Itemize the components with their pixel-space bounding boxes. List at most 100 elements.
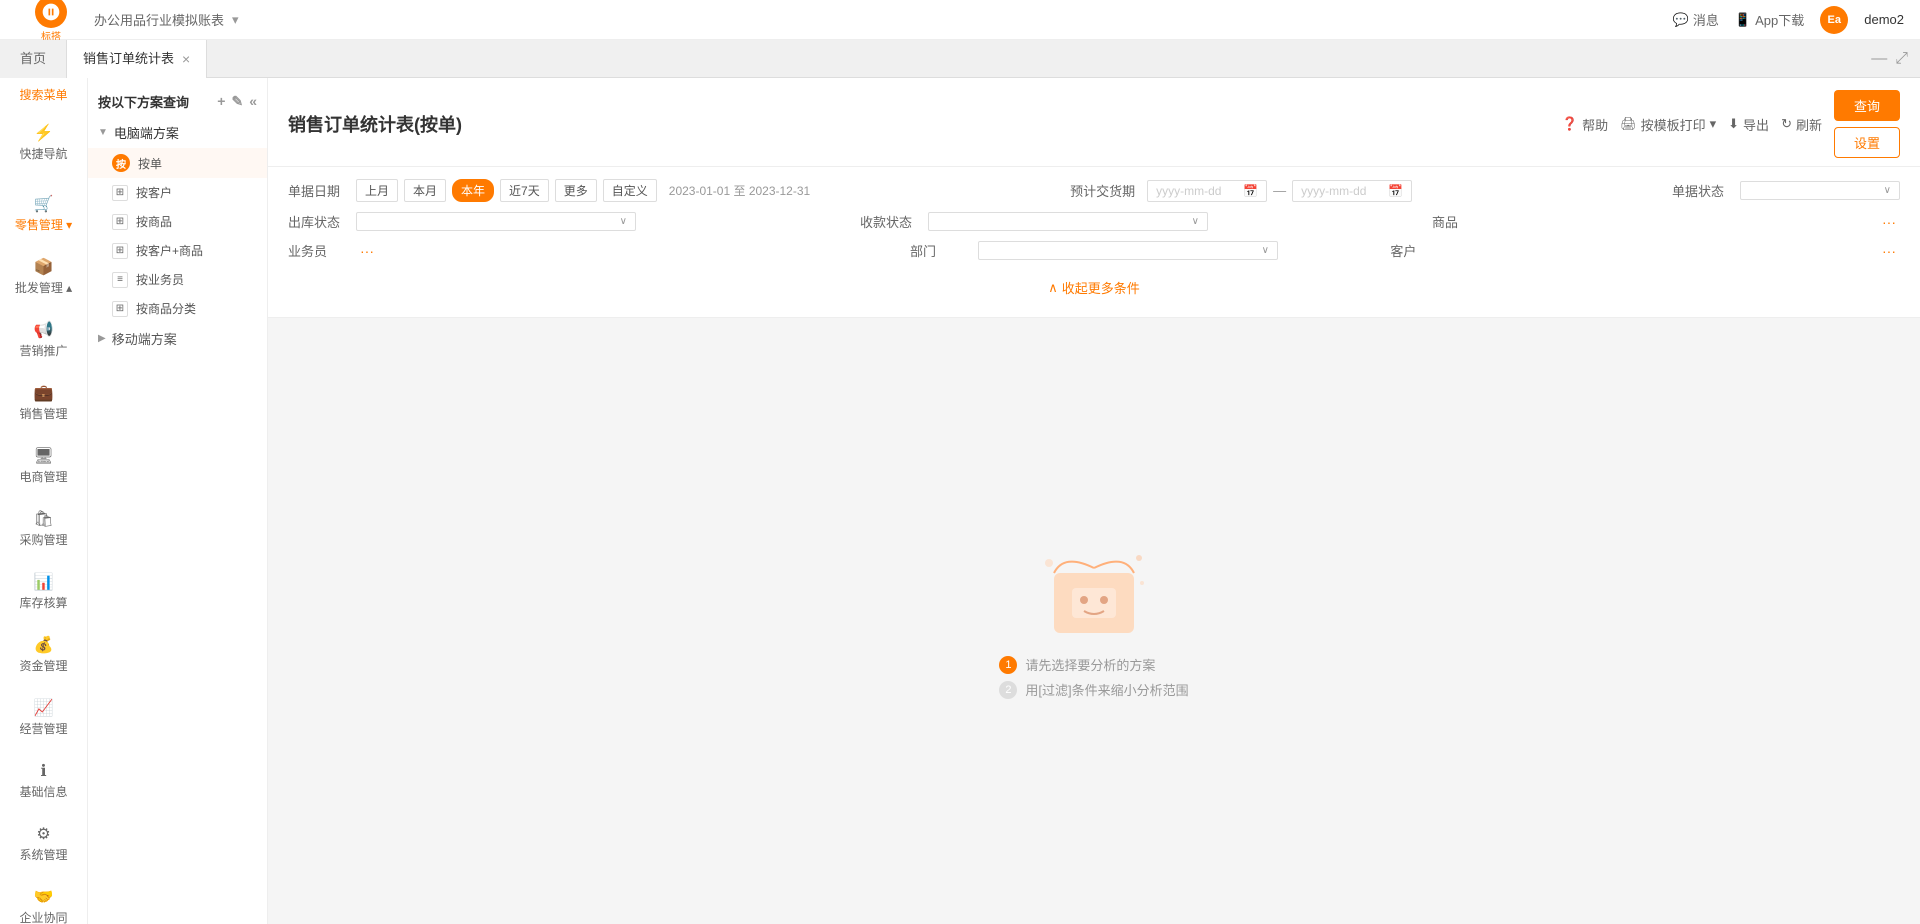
- this-month-btn[interactable]: 本月: [404, 179, 446, 202]
- print-button[interactable]: 🖨 按模板打印 ▾: [1620, 115, 1716, 134]
- sidebar-search[interactable]: 搜索菜单: [0, 78, 87, 111]
- goods-ellipsis[interactable]: ···: [1878, 214, 1900, 230]
- empty-state: 1 请先选择要分析的方案 2 用[过滤]条件来缩小分析范围: [268, 318, 1920, 924]
- hint-text-2: 用[过滤]条件来缩小分析范围: [1025, 680, 1188, 699]
- retail-label: 零售管理 ▾: [15, 216, 72, 233]
- sidebar-item-inventory[interactable]: 📊 库存核算: [0, 560, 87, 623]
- logo-icon: [35, 0, 67, 28]
- department-label: 部门: [910, 241, 966, 260]
- customer-ellipsis[interactable]: ···: [1878, 243, 1900, 259]
- quick-nav-label: 快捷导航: [19, 145, 67, 162]
- salesperson-ellipsis[interactable]: ···: [356, 243, 378, 259]
- pc-section-title[interactable]: ▼ 电脑端方案: [88, 117, 267, 148]
- right-content: 销售订单统计表(按单) ❓ 帮助 🖨 按模板打印 ▾ ⬇ 导出: [268, 78, 1920, 924]
- order-status-select[interactable]: ∨: [1740, 181, 1900, 200]
- filter-area: 单据日期 上月 本月 本年 近7天 更多 自定义 2023-01-01 至 20…: [268, 167, 1920, 318]
- purchase-icon: 🛍: [33, 509, 53, 529]
- tab-home[interactable]: 首页: [0, 40, 66, 78]
- pc-section-arrow: ▼: [98, 127, 108, 138]
- help-label: 帮助: [1582, 115, 1608, 134]
- edit-scheme-button[interactable]: ✎: [231, 93, 243, 110]
- sidebar-item-retail[interactable]: 🛒 零售管理 ▾: [0, 182, 87, 245]
- hint-num-2: 2: [999, 681, 1017, 699]
- order-status-arrow: ∨: [1884, 185, 1891, 196]
- ship-status-select[interactable]: ∨: [356, 212, 636, 231]
- sidebar-item-ecommerce[interactable]: 🖥 电商管理: [0, 434, 87, 497]
- wholesale-label: 批发管理 ▴: [15, 279, 72, 296]
- scheme-item-by-category[interactable]: ⊞ 按商品分类: [88, 294, 267, 323]
- setting-button[interactable]: 设置: [1834, 127, 1900, 158]
- sidebar-item-system[interactable]: ⚙ 系统管理: [0, 812, 87, 875]
- scheme-item-by-customer[interactable]: ⊞ 按客户: [88, 178, 267, 207]
- print-icon: 🖨: [1620, 116, 1637, 132]
- collapse-button[interactable]: ∧ 收起更多条件: [1048, 278, 1140, 297]
- export-button[interactable]: ⬇ 导出: [1728, 115, 1769, 134]
- scheme-item-by-product[interactable]: ⊞ 按商品: [88, 207, 267, 236]
- operation-icon: 📈: [34, 698, 54, 718]
- scheme-item-by-cust-prod[interactable]: ⊞ 按客户+商品: [88, 236, 267, 265]
- sidebar-item-sales[interactable]: 💼 销售管理: [0, 371, 87, 434]
- help-button[interactable]: ❓ 帮助: [1562, 115, 1608, 134]
- sidebar-item-enterprise[interactable]: 🤝 企业协同: [0, 875, 87, 924]
- tabbar: 首页 销售订单统计表 × — ⤢: [0, 40, 1920, 78]
- message-button[interactable]: 💬 消息: [1673, 10, 1719, 29]
- print-dropdown-icon: ▾: [1710, 116, 1717, 132]
- sidebar-item-finance[interactable]: 💰 资金管理: [0, 623, 87, 686]
- sidebar-item-purchase[interactable]: 🛍 采购管理: [0, 497, 87, 560]
- refresh-button[interactable]: ↻ 刷新: [1781, 115, 1822, 134]
- collapse-panel-button[interactable]: «: [249, 93, 257, 110]
- export-icon: ⬇: [1728, 116, 1739, 132]
- print-label: 按模板打印: [1641, 115, 1706, 134]
- sidebar-item-wholesale[interactable]: 📦 批发管理 ▴: [0, 245, 87, 308]
- ecommerce-label: 电商管理: [19, 468, 67, 485]
- last-month-btn[interactable]: 上月: [356, 179, 398, 202]
- collapse-label: 收起更多条件: [1062, 278, 1140, 297]
- finance-icon: 💰: [34, 635, 54, 655]
- by-product-icon: ⊞: [112, 214, 128, 230]
- sales-label: 销售管理: [19, 405, 67, 422]
- basic-label: 基础信息: [19, 783, 67, 800]
- avatar: Ea: [1820, 6, 1848, 34]
- query-button[interactable]: 查询: [1834, 90, 1900, 121]
- ecommerce-icon: 🖥: [33, 446, 53, 466]
- action-buttons: 查询 设置: [1834, 90, 1900, 158]
- calendar-icon-end: 📅: [1388, 184, 1403, 198]
- basic-icon: ℹ: [40, 761, 46, 781]
- logo-area: 标搭: [16, 0, 86, 43]
- sales-icon: 💼: [34, 383, 54, 403]
- sidebar-item-quick-nav[interactable]: ⚡ 快捷导航: [0, 111, 87, 174]
- user-initials: Ea: [1828, 14, 1841, 26]
- window-maximize-button[interactable]: ⤢: [1895, 50, 1908, 68]
- date-separator: —: [1273, 183, 1286, 198]
- sidebar-item-operation[interactable]: 📈 经营管理: [0, 686, 87, 749]
- app-download-button[interactable]: 📱 App下载: [1735, 10, 1804, 29]
- this-year-btn[interactable]: 本年: [452, 179, 494, 202]
- delivery-start-input[interactable]: yyyy-mm-dd 📅: [1147, 180, 1267, 202]
- tab-close-button[interactable]: ×: [182, 40, 190, 78]
- last-7-days-btn[interactable]: 近7天: [500, 179, 549, 202]
- ship-status-label: 出库状态: [288, 212, 344, 231]
- payment-status-select[interactable]: ∨: [928, 212, 1208, 231]
- delivery-end-input[interactable]: yyyy-mm-dd 📅: [1292, 180, 1412, 202]
- tab-sales-report[interactable]: 销售订单统计表 ×: [66, 40, 207, 78]
- system-icon: ⚙: [36, 824, 50, 844]
- system-label: 系统管理: [19, 846, 67, 863]
- department-select[interactable]: ∨: [978, 241, 1278, 260]
- empty-hint-2: 2 用[过滤]条件来缩小分析范围: [999, 680, 1188, 699]
- ship-status-arrow: ∨: [620, 216, 627, 227]
- more-date-btn[interactable]: 更多: [555, 179, 597, 202]
- mobile-section[interactable]: ▶ 移动端方案: [88, 323, 267, 354]
- scheme-item-by-order[interactable]: 按 按单: [88, 148, 267, 178]
- custom-date-btn[interactable]: 自定义: [603, 179, 657, 202]
- mobile-section-label: 移动端方案: [112, 329, 177, 348]
- scheme-item-by-staff[interactable]: ≡ 按业务员: [88, 265, 267, 294]
- sidebar-item-basic[interactable]: ℹ 基础信息: [0, 749, 87, 812]
- window-minimize-button[interactable]: —: [1871, 50, 1887, 68]
- salesperson-label: 业务员: [288, 241, 344, 260]
- goods-label: 商品: [1432, 212, 1488, 231]
- message-icon: 💬: [1673, 12, 1689, 28]
- dropdown-icon[interactable]: ▾: [232, 12, 239, 28]
- sidebar-item-marketing[interactable]: 📢 营销推广: [0, 308, 87, 371]
- by-order-label: 按单: [138, 155, 162, 172]
- add-scheme-button[interactable]: +: [217, 93, 225, 110]
